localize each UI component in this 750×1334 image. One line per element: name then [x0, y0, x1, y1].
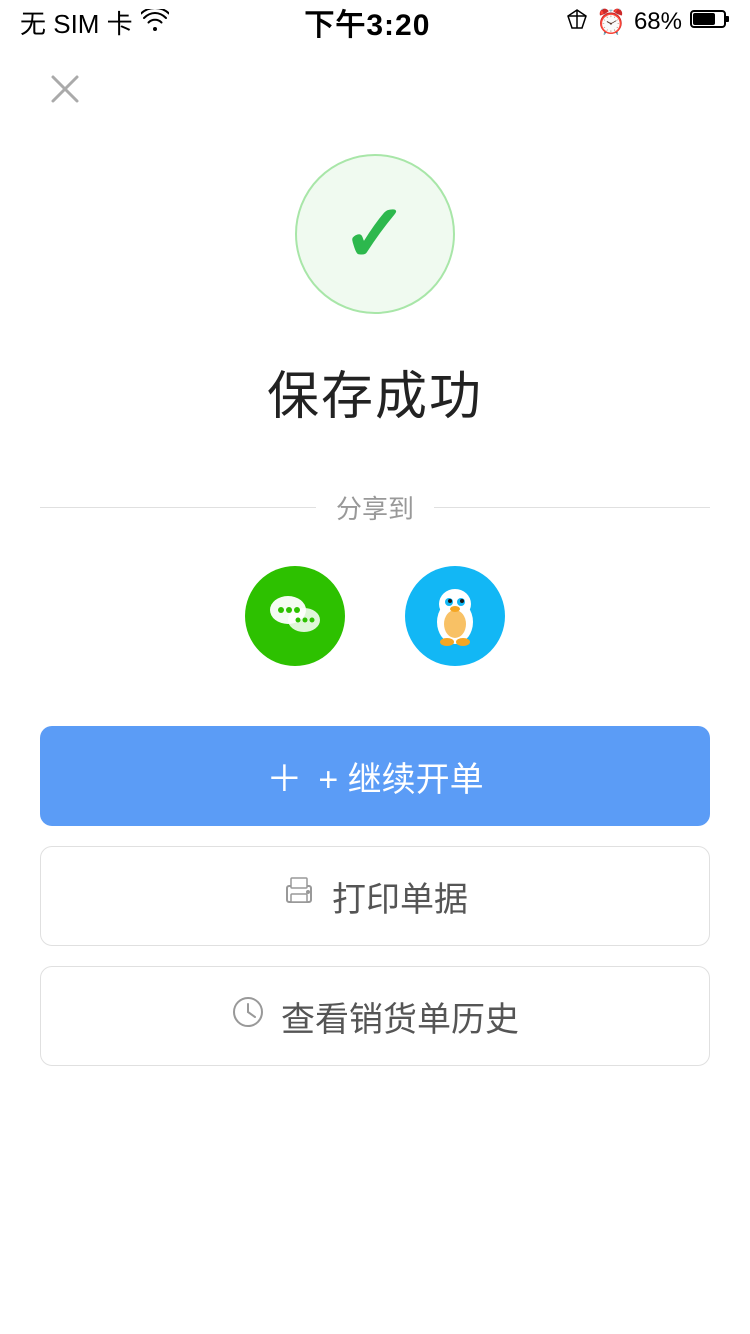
history-button[interactable]: 查看销货单历史	[40, 966, 710, 1066]
share-label: 分享到	[336, 489, 414, 526]
continue-button[interactable]: ＋ + 继续开单	[40, 726, 710, 826]
battery-text: 68%	[634, 8, 682, 36]
continue-label: + 继续开单	[318, 752, 483, 801]
printer-icon	[282, 876, 316, 916]
status-right: ⏰ 68%	[566, 8, 730, 37]
status-time: 下午3:20	[304, 0, 430, 44]
qq-share-button[interactable]	[405, 566, 505, 666]
status-left: 无 SIM 卡	[20, 4, 169, 41]
history-label: 查看销货单历史	[281, 992, 519, 1041]
no-sim-text: 无 SIM 卡	[20, 4, 133, 41]
print-button[interactable]: 打印单据	[40, 846, 710, 946]
action-buttons: ＋ + 继续开单 打印单据 查看销货单	[40, 726, 710, 1066]
close-button[interactable]	[40, 64, 90, 114]
success-title: 保存成功	[267, 354, 483, 429]
alarm-icon: ⏰	[596, 8, 626, 37]
share-section: 分享到	[40, 489, 710, 666]
main-content: ✓ 保存成功 分享到	[0, 134, 750, 1126]
close-area	[0, 44, 750, 134]
success-icon-circle: ✓	[295, 154, 455, 314]
wifi-icon	[141, 7, 169, 38]
clock-icon	[231, 995, 265, 1037]
wechat-share-button[interactable]	[245, 566, 345, 666]
share-icons	[40, 566, 710, 666]
battery-icon	[690, 8, 730, 37]
checkmark-icon: ✓	[341, 194, 408, 274]
print-label: 打印单据	[332, 872, 468, 921]
location-icon	[566, 8, 588, 37]
share-divider: 分享到	[40, 489, 710, 526]
status-bar: 无 SIM 卡 下午3:20 ⏰ 68%	[0, 0, 750, 44]
plus-icon: ＋	[266, 750, 302, 802]
